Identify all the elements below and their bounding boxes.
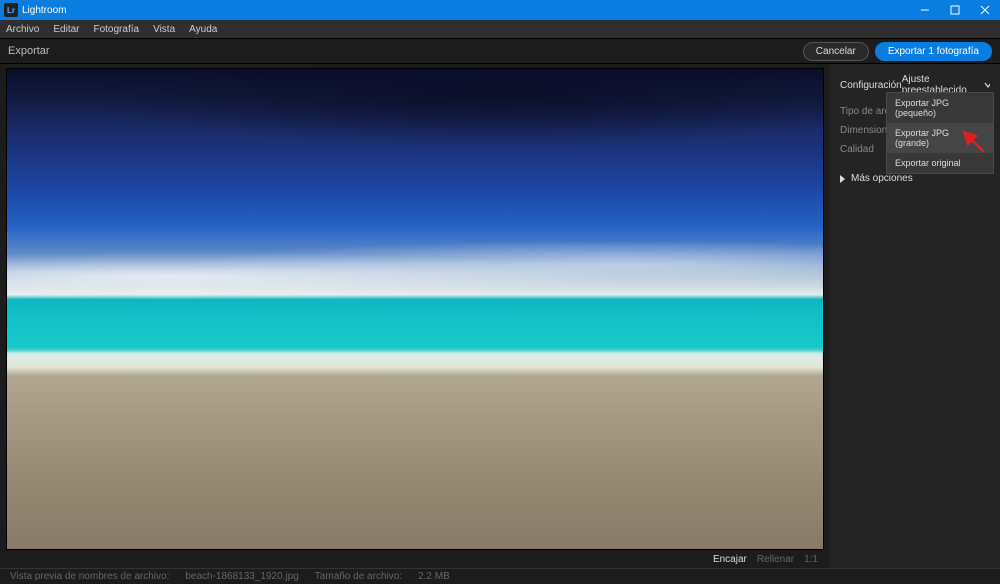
status-filename: beach-1868133_1920.jpg bbox=[185, 571, 298, 582]
menu-vista[interactable]: Vista bbox=[153, 24, 175, 35]
fill-button[interactable]: Rellenar bbox=[757, 554, 794, 565]
status-size-value: 2.2 MB bbox=[418, 571, 450, 582]
preset-dropdown-menu: Exportar JPG (pequeño) Exportar JPG (gra… bbox=[886, 92, 994, 174]
preset-option-original[interactable]: Exportar original bbox=[887, 153, 993, 173]
more-options-label: Más opciones bbox=[851, 173, 913, 184]
image-preview[interactable] bbox=[6, 68, 824, 550]
maximize-button[interactable] bbox=[940, 0, 970, 20]
export-button[interactable]: Exportar 1 fotografía bbox=[875, 42, 992, 61]
menu-ayuda[interactable]: Ayuda bbox=[189, 24, 217, 35]
one-to-one-button[interactable]: 1:1 bbox=[804, 554, 818, 565]
export-toolbar: Exportar Cancelar Exportar 1 fotografía bbox=[0, 38, 1000, 64]
preset-option-large[interactable]: Exportar JPG (grande) bbox=[887, 123, 993, 153]
window-titlebar: Lr Lightroom bbox=[0, 0, 1000, 20]
preview-footer: Encajar Rellenar 1:1 bbox=[6, 550, 824, 568]
status-bar: Vista previa de nombres de archivo: beac… bbox=[0, 568, 1000, 584]
preview-pane: Encajar Rellenar 1:1 bbox=[0, 64, 830, 568]
toolbar-title: Exportar bbox=[8, 45, 803, 57]
menu-archivo[interactable]: Archivo bbox=[6, 24, 39, 35]
config-label: Configuración bbox=[840, 80, 902, 91]
status-size-label: Tamaño de archivo: bbox=[315, 571, 402, 582]
menu-fotografia[interactable]: Fotografía bbox=[93, 24, 139, 35]
menu-editar[interactable]: Editar bbox=[53, 24, 79, 35]
fit-button[interactable]: Encajar bbox=[713, 554, 747, 565]
close-button[interactable] bbox=[970, 0, 1000, 20]
menu-bar: Archivo Editar Fotografía Vista Ayuda bbox=[0, 20, 1000, 38]
chevron-down-icon bbox=[984, 81, 991, 89]
minimize-button[interactable] bbox=[910, 0, 940, 20]
status-prefix: Vista previa de nombres de archivo: bbox=[10, 571, 169, 582]
preset-option-small[interactable]: Exportar JPG (pequeño) bbox=[887, 93, 993, 123]
app-icon: Lr bbox=[4, 3, 18, 17]
chevron-right-icon bbox=[840, 175, 845, 183]
quality-label: Calidad bbox=[840, 144, 874, 155]
cancel-button[interactable]: Cancelar bbox=[803, 42, 869, 61]
settings-sidebar: Configuración Ajuste preestablecido Tipo… bbox=[830, 64, 1000, 568]
app-title: Lightroom bbox=[22, 5, 910, 16]
